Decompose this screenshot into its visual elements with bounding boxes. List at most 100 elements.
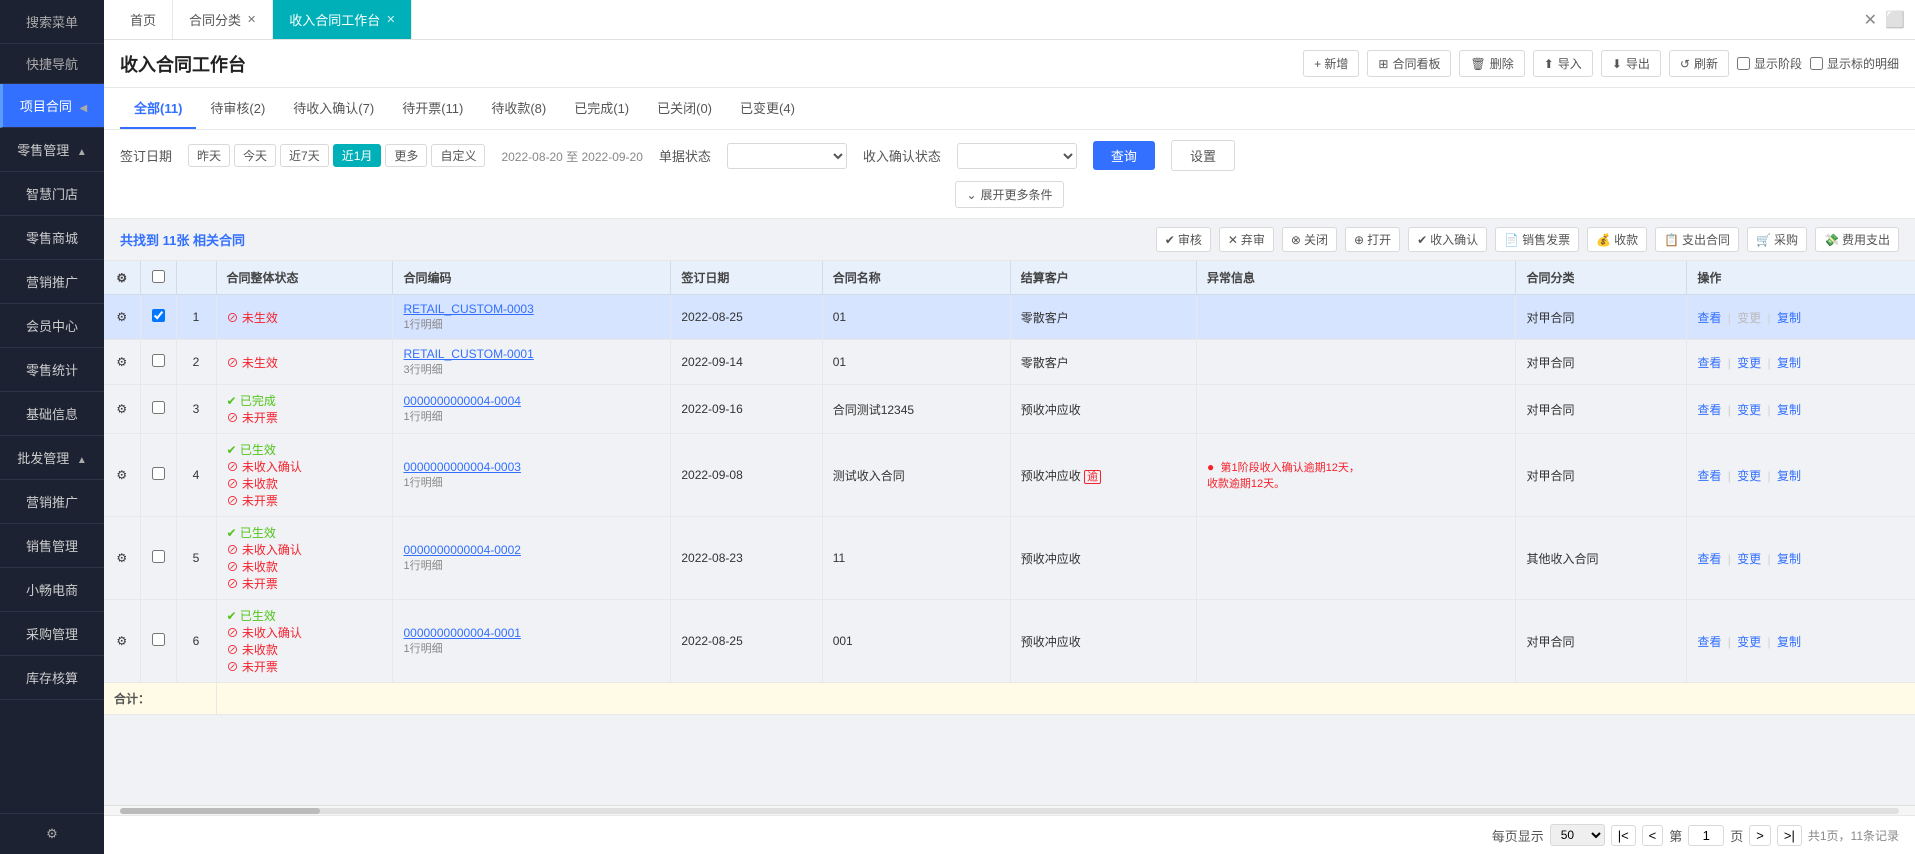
row-gear[interactable]: ⚙	[104, 600, 140, 683]
row-code-link[interactable]: 0000000000004-0001	[403, 626, 660, 640]
page-next-btn[interactable]: >	[1749, 825, 1771, 846]
action-change[interactable]: 变更	[1737, 469, 1761, 483]
row-check[interactable]	[140, 517, 176, 600]
delete-button[interactable]: 🗑 删除	[1459, 50, 1524, 77]
tab-income-workbench-close[interactable]: ✕	[386, 13, 395, 26]
action-abandon[interactable]: ✕ 弃审	[1219, 227, 1274, 252]
sub-tab-pending-invoice[interactable]: 待开票(11)	[388, 88, 477, 129]
action-collection[interactable]: 💰 收款	[1587, 227, 1647, 252]
show-stage-checkbox[interactable]	[1737, 57, 1750, 70]
page-input[interactable]	[1688, 825, 1724, 846]
query-button[interactable]: 查询	[1093, 141, 1155, 170]
refresh-button[interactable]: ↺ 刷新	[1669, 50, 1729, 77]
tab-contract-type[interactable]: 合同分类 ✕	[173, 0, 273, 39]
action-change[interactable]: 变更	[1737, 635, 1761, 649]
action-income-confirm[interactable]: ✔ 收入确认	[1408, 227, 1487, 252]
sidebar-item-retail-mgmt[interactable]: 零售管理 ▲	[0, 128, 104, 172]
sidebar-item-purchase[interactable]: 采购管理	[0, 612, 104, 656]
action-view[interactable]: 查看	[1697, 403, 1721, 417]
date-btn-more[interactable]: 更多	[385, 144, 427, 167]
row-check[interactable]	[140, 385, 176, 434]
action-expense-contract[interactable]: 📋 支出合同	[1655, 227, 1739, 252]
settings-button[interactable]: 设置	[1171, 140, 1235, 171]
doc-status-select[interactable]	[727, 143, 847, 169]
row-check[interactable]	[140, 434, 176, 517]
export-button[interactable]: ⬇ 导出	[1601, 50, 1661, 77]
action-open[interactable]: ⊕ 打开	[1345, 227, 1400, 252]
close-all-icon[interactable]: ✕	[1864, 10, 1877, 30]
contract-board-button[interactable]: ⊞ 合同看板	[1367, 50, 1451, 77]
sidebar-item-inventory[interactable]: 库存核算	[0, 656, 104, 700]
action-change[interactable]: 变更	[1737, 403, 1761, 417]
action-copy[interactable]: 复制	[1777, 356, 1801, 370]
action-copy[interactable]: 复制	[1777, 635, 1801, 649]
row-checkbox[interactable]	[152, 550, 165, 563]
page-prev-btn[interactable]: <	[1642, 825, 1664, 846]
col-header-check[interactable]	[140, 261, 176, 295]
action-copy[interactable]: 复制	[1777, 469, 1801, 483]
income-confirm-status-select[interactable]	[957, 143, 1077, 169]
sidebar-search[interactable]: 搜索菜单	[0, 0, 104, 44]
sidebar-item-retail-commerce[interactable]: 零售商城	[0, 216, 104, 260]
sub-tab-all[interactable]: 全部(11)	[120, 88, 196, 129]
import-button[interactable]: ⬆ 导入	[1533, 50, 1593, 77]
action-view[interactable]: 查看	[1697, 356, 1721, 370]
row-checkbox[interactable]	[152, 633, 165, 646]
row-check[interactable]	[140, 295, 176, 340]
sidebar-item-wholesale[interactable]: 批发管理 ▲	[0, 436, 104, 480]
sidebar-item-sales-mgmt[interactable]: 销售管理	[0, 524, 104, 568]
row-code-link[interactable]: 0000000000004-0002	[403, 543, 660, 557]
action-purchase[interactable]: 🛒 采购	[1747, 227, 1807, 252]
sub-tab-pending-collection[interactable]: 待收款(8)	[477, 88, 560, 129]
row-gear[interactable]: ⚙	[104, 340, 140, 385]
action-view[interactable]: 查看	[1697, 635, 1721, 649]
sidebar-quick-nav[interactable]: 快捷导航	[0, 44, 104, 84]
action-review[interactable]: ✔ 审核	[1156, 227, 1211, 252]
sidebar-item-project[interactable]: 项目合同 ◀	[0, 84, 104, 128]
sidebar-item-base-info[interactable]: 基础信息	[0, 392, 104, 436]
date-btn-last1month[interactable]: 近1月	[333, 144, 382, 167]
action-copy[interactable]: 复制	[1777, 311, 1801, 325]
date-btn-today[interactable]: 今天	[234, 144, 276, 167]
date-btn-last7[interactable]: 近7天	[280, 144, 329, 167]
select-all-checkbox[interactable]	[152, 270, 165, 283]
row-gear[interactable]: ⚙	[104, 295, 140, 340]
row-checkbox[interactable]	[152, 467, 165, 480]
row-checkbox[interactable]	[152, 309, 165, 322]
col-header-gear[interactable]: ⚙	[104, 261, 140, 295]
row-checkbox[interactable]	[152, 401, 165, 414]
sidebar-item-member[interactable]: 会员中心	[0, 304, 104, 348]
row-code-link[interactable]: RETAIL_CUSTOM-0003	[403, 302, 660, 316]
date-btn-custom[interactable]: 自定义	[431, 144, 485, 167]
row-gear[interactable]: ⚙	[104, 434, 140, 517]
sub-tab-pending-income-confirm[interactable]: 待收入确认(7)	[279, 88, 388, 129]
action-view[interactable]: 查看	[1697, 552, 1721, 566]
action-copy[interactable]: 复制	[1777, 403, 1801, 417]
row-gear[interactable]: ⚙	[104, 517, 140, 600]
row-checkbox[interactable]	[152, 354, 165, 367]
row-check[interactable]	[140, 600, 176, 683]
row-gear[interactable]: ⚙	[104, 385, 140, 434]
action-view[interactable]: 查看	[1697, 311, 1721, 325]
page-last-btn[interactable]: >|	[1777, 825, 1802, 846]
sub-tab-pending-review[interactable]: 待审核(2)	[196, 88, 279, 129]
action-copy[interactable]: 复制	[1777, 552, 1801, 566]
sidebar-item-mini-ecom[interactable]: 小畅电商	[0, 568, 104, 612]
action-change[interactable]: 变更	[1737, 356, 1761, 370]
action-change[interactable]: 变更	[1737, 311, 1761, 325]
maximize-icon[interactable]: ⬜	[1885, 10, 1905, 30]
action-close[interactable]: ⊗ 关闭	[1282, 227, 1337, 252]
tab-income-workbench[interactable]: 收入合同工作台 ✕	[273, 0, 412, 39]
scroll-thumb[interactable]	[120, 808, 320, 814]
sub-tab-completed[interactable]: 已完成(1)	[560, 88, 643, 129]
action-expense-pay[interactable]: 💸 费用支出	[1815, 227, 1899, 252]
new-button[interactable]: + 新增	[1303, 50, 1359, 77]
page-size-select[interactable]: 50 20 100	[1550, 824, 1605, 846]
row-code-link[interactable]: 0000000000004-0004	[403, 394, 660, 408]
show-detail-checkbox[interactable]	[1810, 57, 1823, 70]
action-sales-invoice[interactable]: 📄 销售发票	[1495, 227, 1579, 252]
row-code-link[interactable]: RETAIL_CUSTOM-0001	[403, 347, 660, 361]
tab-contract-type-close[interactable]: ✕	[247, 13, 256, 26]
row-code-link[interactable]: 0000000000004-0003	[403, 460, 660, 474]
row-check[interactable]	[140, 340, 176, 385]
